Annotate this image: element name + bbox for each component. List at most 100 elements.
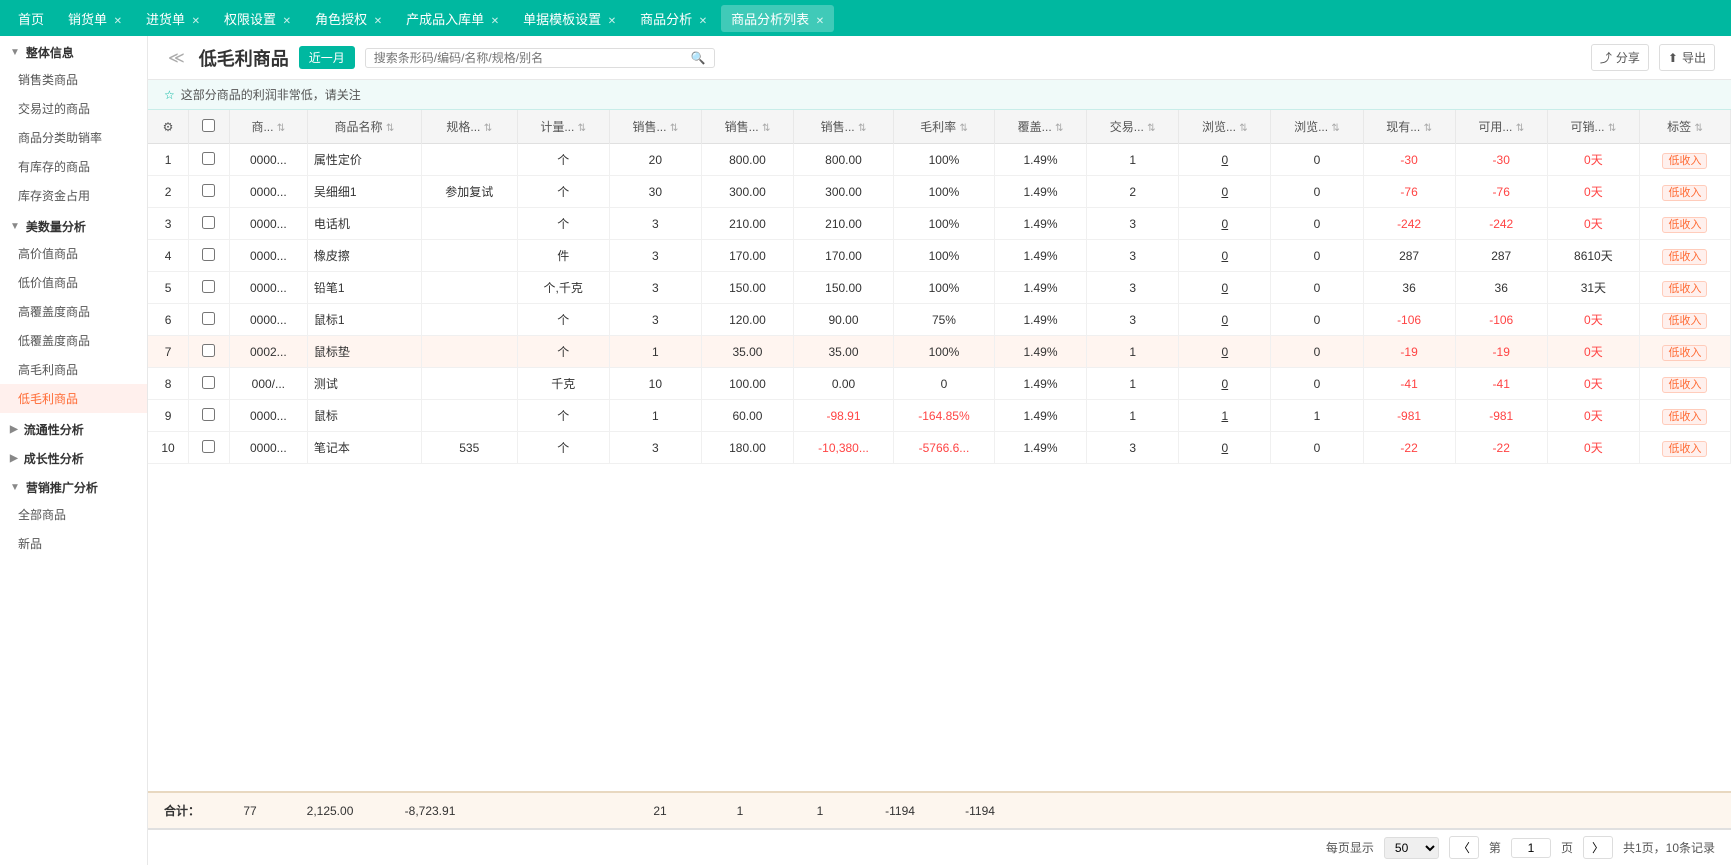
sidebar-item-capital[interactable]: 库存资金占用 [0, 181, 147, 210]
page-size-select[interactable]: 50 100 200 [1384, 837, 1439, 859]
col-sales-amount[interactable]: 销售... ⇅ [701, 110, 793, 144]
sidebar-item-stock-goods[interactable]: 有库存的商品 [0, 152, 147, 181]
col-browse2[interactable]: 浏览... ⇅ [1271, 110, 1363, 144]
nav-role[interactable]: 角色授权 ✕ [305, 5, 392, 32]
share-button[interactable]: ⤴ 分享 [1591, 44, 1649, 71]
nav-close-template[interactable]: ✕ [608, 16, 616, 27]
cell-browse1[interactable]: 0 [1179, 368, 1271, 400]
cell-checkbox[interactable] [189, 208, 230, 240]
col-code[interactable]: 商... ⇅ [229, 110, 307, 144]
browse1-link[interactable]: 0 [1221, 217, 1228, 231]
nav-home[interactable]: 首页 [8, 5, 54, 32]
col-checkbox[interactable] [189, 110, 230, 144]
export-button[interactable]: ⬆ 导出 [1659, 44, 1715, 71]
cell-checkbox[interactable] [189, 432, 230, 464]
nav-goods-analysis-list[interactable]: 商品分析列表 ✕ [721, 5, 834, 32]
nav-purchase[interactable]: 进货单 ✕ [136, 5, 210, 32]
col-sales-qty[interactable]: 销售... ⇅ [609, 110, 701, 144]
row-checkbox[interactable] [202, 280, 215, 293]
sidebar-group-marketing[interactable]: ▼营销推广分析 [0, 471, 147, 500]
browse1-link[interactable]: 0 [1221, 281, 1228, 295]
sidebar-item-traded-goods[interactable]: 交易过的商品 [0, 94, 147, 123]
row-checkbox[interactable] [202, 216, 215, 229]
nav-close-permission[interactable]: ✕ [283, 16, 291, 27]
cell-checkbox[interactable] [189, 240, 230, 272]
browse1-link[interactable]: 0 [1221, 249, 1228, 263]
cell-browse1[interactable]: 1 [1179, 400, 1271, 432]
col-gross-margin[interactable]: 毛利率 ⇅ [893, 110, 994, 144]
browse1-link[interactable]: 0 [1221, 345, 1228, 359]
search-input[interactable] [374, 51, 687, 65]
sidebar-item-low-coverage[interactable]: 低覆盖度商品 [0, 326, 147, 355]
sidebar-item-new-goods[interactable]: 新品 [0, 529, 147, 558]
nav-close-product-entry[interactable]: ✕ [491, 16, 499, 27]
sidebar-item-low-margin[interactable]: 低毛利商品 [0, 384, 147, 413]
cell-browse1[interactable]: 0 [1179, 336, 1271, 368]
cell-browse1[interactable]: 0 [1179, 432, 1271, 464]
cell-checkbox[interactable] [189, 304, 230, 336]
browse1-link[interactable]: 1 [1221, 409, 1228, 423]
cell-browse1[interactable]: 0 [1179, 304, 1271, 336]
cell-checkbox[interactable] [189, 336, 230, 368]
collapse-sidebar-button[interactable]: ≪ [164, 48, 189, 68]
next-page-button[interactable]: 〉 [1583, 836, 1613, 859]
sidebar-item-high-value[interactable]: 高价值商品 [0, 239, 147, 268]
col-browse1[interactable]: 浏览... ⇅ [1179, 110, 1271, 144]
sidebar-item-category-rate[interactable]: 商品分类助销率 [0, 123, 147, 152]
row-checkbox[interactable] [202, 344, 215, 357]
cell-browse1[interactable]: 0 [1179, 272, 1271, 304]
col-coverage[interactable]: 覆盖... ⇅ [994, 110, 1086, 144]
col-spec[interactable]: 规格... ⇅ [421, 110, 517, 144]
sidebar-item-low-value[interactable]: 低价值商品 [0, 268, 147, 297]
nav-product-entry[interactable]: 产成品入库单 ✕ [396, 5, 509, 32]
col-current[interactable]: 现有... ⇅ [1363, 110, 1455, 144]
nav-sales[interactable]: 销货单 ✕ [58, 5, 132, 32]
browse1-link[interactable]: 0 [1221, 441, 1228, 455]
nav-close-role[interactable]: ✕ [374, 16, 382, 27]
col-unit[interactable]: 计量... ⇅ [517, 110, 609, 144]
sidebar-item-all-goods[interactable]: 全部商品 [0, 500, 147, 529]
browse1-link[interactable]: 0 [1221, 377, 1228, 391]
row-checkbox[interactable] [202, 312, 215, 325]
browse1-link[interactable]: 0 [1221, 185, 1228, 199]
time-filter-button[interactable]: 近一月 [299, 46, 355, 69]
row-checkbox[interactable] [202, 184, 215, 197]
cell-checkbox[interactable] [189, 368, 230, 400]
cell-checkbox[interactable] [189, 400, 230, 432]
cell-checkbox[interactable] [189, 272, 230, 304]
cell-browse1[interactable]: 0 [1179, 208, 1271, 240]
col-available[interactable]: 可用... ⇅ [1455, 110, 1547, 144]
row-checkbox[interactable] [202, 408, 215, 421]
col-name[interactable]: 商品名称 ⇅ [307, 110, 421, 144]
cell-browse1[interactable]: 0 [1179, 144, 1271, 176]
col-transactions[interactable]: 交易... ⇅ [1087, 110, 1179, 144]
sidebar-item-high-coverage[interactable]: 高覆盖度商品 [0, 297, 147, 326]
browse1-link[interactable]: 0 [1221, 153, 1228, 167]
row-checkbox[interactable] [202, 152, 215, 165]
col-tag[interactable]: 标签 ⇅ [1639, 110, 1730, 144]
sidebar-group-growth[interactable]: ▶成长性分析 [0, 442, 147, 471]
row-checkbox[interactable] [202, 248, 215, 261]
cell-checkbox[interactable] [189, 176, 230, 208]
col-saleable[interactable]: 可销... ⇅ [1547, 110, 1639, 144]
col-sales-profit[interactable]: 销售... ⇅ [794, 110, 894, 144]
select-all-checkbox[interactable] [202, 119, 215, 132]
nav-goods-analysis[interactable]: 商品分析 ✕ [630, 5, 717, 32]
sidebar-item-high-margin[interactable]: 高毛利商品 [0, 355, 147, 384]
browse1-link[interactable]: 0 [1221, 313, 1228, 327]
sidebar-group-quantity[interactable]: ▼美数量分析 [0, 210, 147, 239]
nav-close-goods-analysis[interactable]: ✕ [699, 16, 707, 27]
row-checkbox[interactable] [202, 376, 215, 389]
row-checkbox[interactable] [202, 440, 215, 453]
page-number-input[interactable] [1511, 838, 1551, 858]
cell-browse1[interactable]: 0 [1179, 176, 1271, 208]
nav-permission[interactable]: 权限设置 ✕ [214, 5, 301, 32]
nav-close-goods-analysis-list[interactable]: ✕ [816, 16, 824, 27]
cell-checkbox[interactable] [189, 144, 230, 176]
col-settings[interactable]: ⚙ [148, 110, 189, 144]
sidebar-item-sales-goods[interactable]: 销售类商品 [0, 65, 147, 94]
nav-template[interactable]: 单据模板设置 ✕ [513, 5, 626, 32]
prev-page-button[interactable]: 〈 [1449, 836, 1479, 859]
sidebar-group-overall[interactable]: ▼整体信息 [0, 36, 147, 65]
nav-close-sales[interactable]: ✕ [114, 16, 122, 27]
